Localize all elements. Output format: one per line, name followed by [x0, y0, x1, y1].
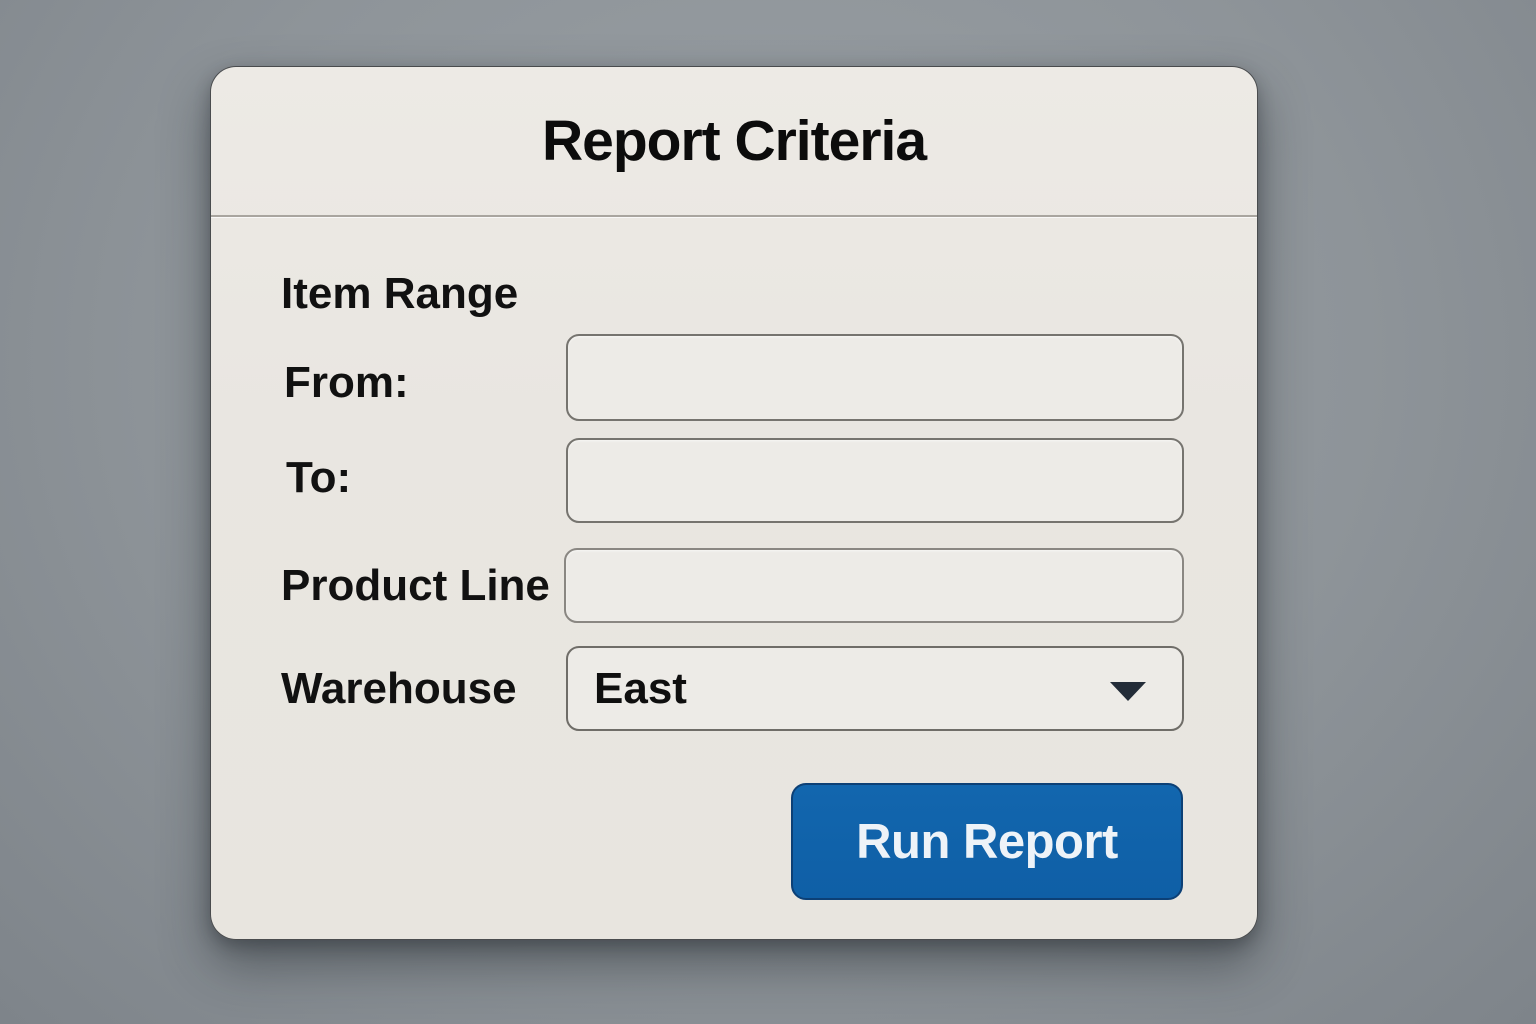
- warehouse-selected-value: East: [594, 663, 687, 713]
- product-line-input[interactable]: [564, 548, 1184, 623]
- warehouse-select[interactable]: East: [566, 646, 1184, 731]
- desktop-background: { "panel": { "title": "Report Criteria" …: [0, 0, 1536, 1024]
- item-range-label: Item Range: [281, 269, 519, 318]
- from-input[interactable]: [566, 334, 1184, 421]
- run-report-button-label: Run Report: [856, 814, 1118, 869]
- to-label: To:: [286, 453, 352, 502]
- to-input[interactable]: [566, 438, 1184, 523]
- report-criteria-dialog: Report Criteria Item Range From: To: Pro…: [210, 66, 1258, 940]
- warehouse-label: Warehouse: [281, 664, 517, 713]
- product-line-label: Product Line: [281, 561, 550, 610]
- run-report-button[interactable]: Run Report: [791, 783, 1183, 900]
- chevron-down-icon: [1110, 681, 1146, 701]
- from-label: From:: [284, 358, 409, 407]
- dialog-header: Report Criteria: [211, 67, 1257, 217]
- dialog-title: Report Criteria: [541, 109, 927, 173]
